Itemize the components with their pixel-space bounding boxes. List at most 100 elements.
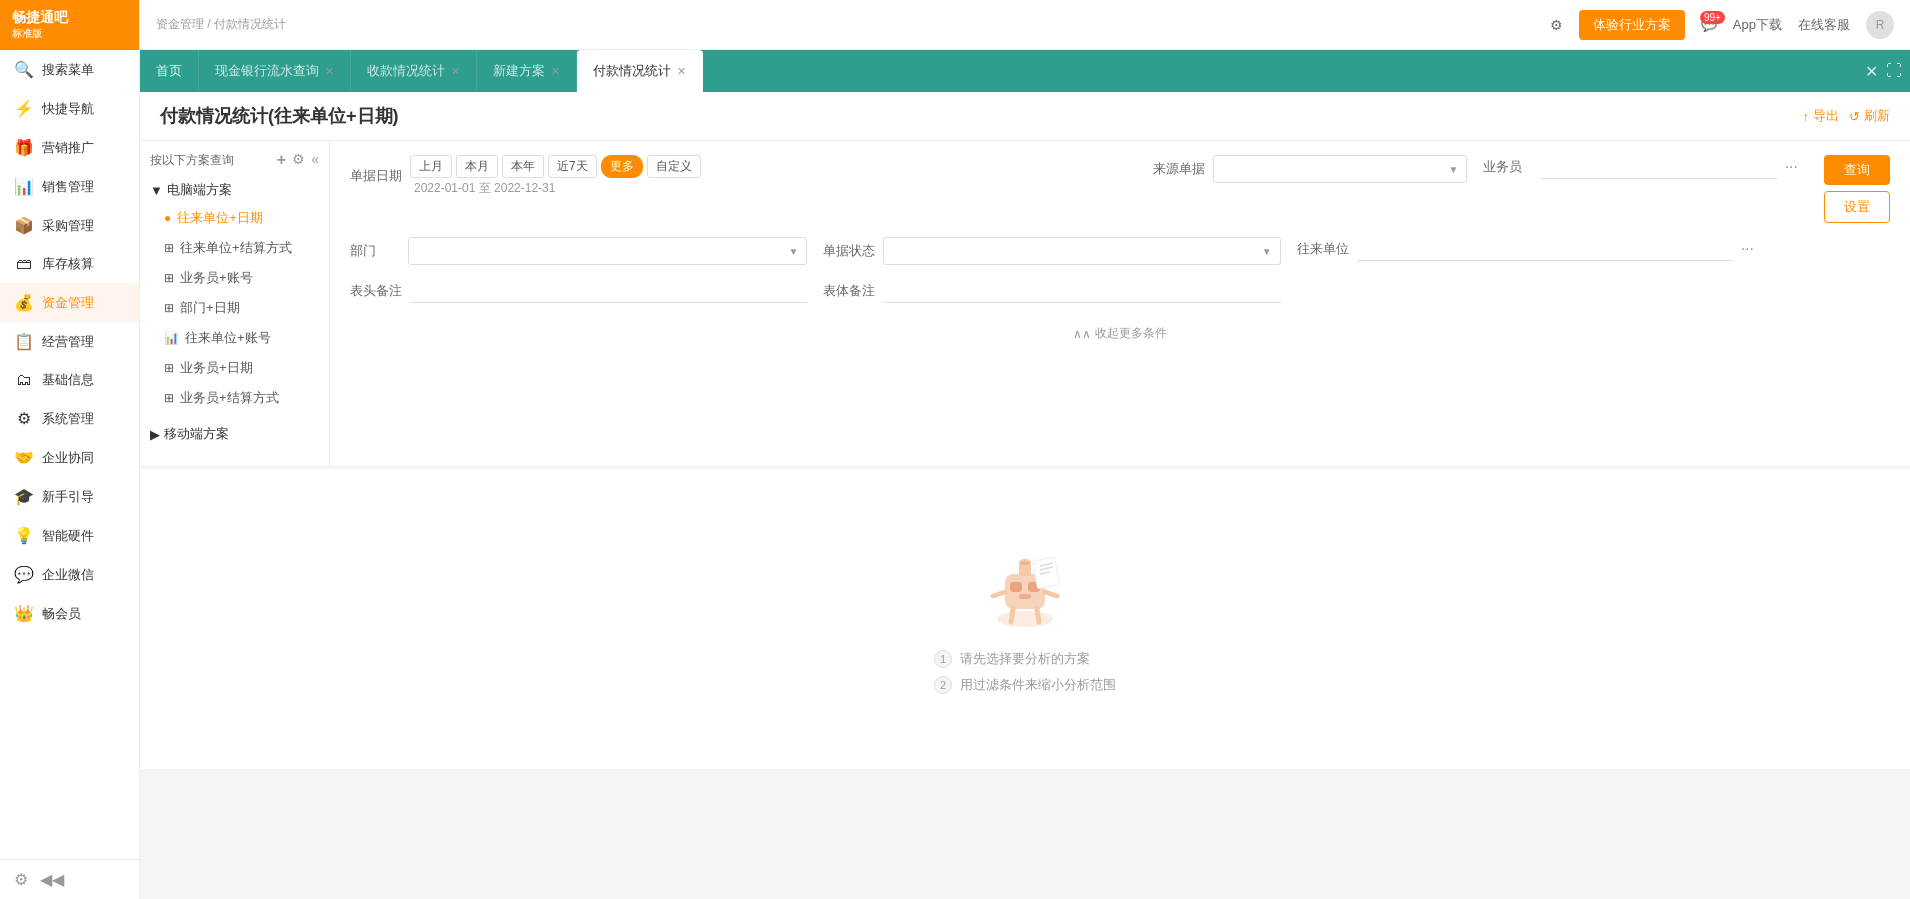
user-avatar[interactable]: R bbox=[1866, 11, 1894, 39]
tip-text-2: 用过滤条件来缩小分析范围 bbox=[960, 676, 1116, 694]
unit-dots-icon[interactable]: ··· bbox=[1741, 240, 1754, 258]
scheme-item-icon-staff-account: ⊞ bbox=[164, 271, 174, 285]
scheme-add-icon[interactable]: + bbox=[277, 151, 286, 169]
collapse-sidebar-icon[interactable]: ◀◀ bbox=[40, 870, 64, 889]
topbar-settings-icon[interactable]: ⚙ bbox=[1550, 17, 1563, 33]
date-btn-this-year[interactable]: 本年 bbox=[502, 155, 544, 178]
header-note-input[interactable] bbox=[410, 279, 807, 303]
filter-field-date: 单据日期 上月 本月 本年 近7天 更多 自定义 2022-01-01 至 20… bbox=[350, 155, 1137, 197]
scheme-panel-title: 按以下方案查询 bbox=[150, 152, 234, 169]
scheme-item-staff-date[interactable]: ⊞ 业务员+日期 bbox=[140, 353, 329, 383]
sidebar-item-smart-hw[interactable]: 💡智能硬件 bbox=[0, 516, 139, 555]
staff-input[interactable] bbox=[1541, 155, 1776, 179]
date-btn-last-7[interactable]: 近7天 bbox=[548, 155, 597, 178]
scheme-item-icon-unit-account: 📊 bbox=[164, 331, 179, 345]
date-btn-more[interactable]: 更多 bbox=[601, 155, 643, 178]
body-note-input[interactable] bbox=[883, 279, 1280, 303]
empty-tips: 1 请先选择要分析的方案 2 用过滤条件来缩小分析范围 bbox=[934, 650, 1116, 694]
sidebar-icon-guide: 🎓 bbox=[14, 487, 34, 506]
sidebar-icon-system: ⚙ bbox=[14, 409, 34, 428]
page-content: 付款情况统计(往来单位+日期) ↑ 导出 ↺ 刷新 按以下方案查询 + bbox=[140, 92, 1910, 899]
online-service-link[interactable]: 在线客服 bbox=[1798, 16, 1850, 34]
filter-form: 单据日期 上月 本月 本年 近7天 更多 自定义 2022-01-01 至 20… bbox=[330, 141, 1910, 465]
sidebar-item-quick-nav[interactable]: ⚡快捷导航 bbox=[0, 89, 139, 128]
tab-home[interactable]: 首页 bbox=[140, 50, 199, 92]
filter-row-2: 部门 ▼ 单据状态 ▼ 往来单位 bbox=[350, 237, 1890, 265]
sidebar-item-search-menu[interactable]: 🔍搜索菜单 bbox=[0, 50, 139, 89]
tab-bar: 首页 现金银行流水查询 ✕ 收款情况统计 ✕ 新建方案 ✕ 付款情况统计 ✕ ✕… bbox=[140, 50, 1910, 92]
tab-new-scheme[interactable]: 新建方案 ✕ bbox=[477, 50, 577, 92]
filter-row-1: 单据日期 上月 本月 本年 近7天 更多 自定义 2022-01-01 至 20… bbox=[350, 155, 1890, 223]
refresh-btn[interactable]: ↺ 刷新 bbox=[1849, 107, 1890, 125]
body-note-label: 表体备注 bbox=[823, 282, 875, 300]
sidebar-label-operation: 经营管理 bbox=[42, 333, 94, 351]
tab-payment-stats[interactable]: 付款情况统计 ✕ bbox=[577, 50, 703, 92]
tab-new-scheme-label: 新建方案 bbox=[493, 62, 545, 80]
sidebar-label-finance: 资金管理 bbox=[42, 294, 94, 312]
scheme-item-staff-settlement[interactable]: ⊞ 业务员+结算方式 bbox=[140, 383, 329, 413]
scheme-settings-icon[interactable]: ⚙ bbox=[292, 151, 305, 169]
sidebar-item-basic-info[interactable]: 🗂基础信息 bbox=[0, 361, 139, 399]
staff-label: 业务员 bbox=[1483, 158, 1533, 176]
trial-btn[interactable]: 体验行业方案 bbox=[1579, 10, 1685, 40]
dept-select[interactable]: ▼ bbox=[408, 237, 807, 265]
app-download-link[interactable]: App下载 bbox=[1733, 16, 1782, 34]
tab-close-all-icon[interactable]: ✕ bbox=[1865, 62, 1878, 81]
settings-bottom-icon[interactable]: ⚙ bbox=[14, 870, 28, 889]
sidebar-icon-basic-info: 🗂 bbox=[14, 371, 34, 389]
tab-receivables-close[interactable]: ✕ bbox=[451, 65, 460, 78]
svg-point-6 bbox=[1019, 559, 1031, 565]
query-btn[interactable]: 查询 bbox=[1824, 155, 1890, 185]
scheme-item-unit-date[interactable]: ● 往来单位+日期 bbox=[140, 203, 329, 233]
scheme-group-pc-title[interactable]: ▼ 电脑端方案 bbox=[140, 177, 329, 203]
collapse-bar: ∧∧ 收起更多条件 bbox=[350, 317, 1890, 350]
date-btn-custom[interactable]: 自定义 bbox=[647, 155, 701, 178]
sidebar-label-guide: 新手引导 bbox=[42, 488, 94, 506]
tab-cash-bank-close[interactable]: ✕ bbox=[325, 65, 334, 78]
scheme-item-label-unit-date: 往来单位+日期 bbox=[177, 209, 263, 227]
doc-status-select[interactable]: ▼ bbox=[883, 237, 1280, 265]
tab-expand-icon[interactable]: ⛶ bbox=[1886, 62, 1902, 80]
source-select-arrow: ▼ bbox=[1448, 164, 1458, 175]
sidebar-item-marketing[interactable]: 🎁营销推广 bbox=[0, 128, 139, 167]
staff-dots-icon[interactable]: ··· bbox=[1785, 158, 1798, 176]
scheme-item-staff-account[interactable]: ⊞ 业务员+账号 bbox=[140, 263, 329, 293]
scheme-item-unit-account[interactable]: 📊 往来单位+账号 bbox=[140, 323, 329, 353]
sidebar-item-system[interactable]: ⚙系统管理 bbox=[0, 399, 139, 438]
sidebar-item-coop[interactable]: 🤝企业协同 bbox=[0, 438, 139, 477]
sidebar-item-sales[interactable]: 📊销售管理 bbox=[0, 167, 139, 206]
settings-btn[interactable]: 设置 bbox=[1824, 191, 1890, 223]
tab-receivables[interactable]: 收款情况统计 ✕ bbox=[351, 50, 477, 92]
messages-badge[interactable]: 💬 99+ bbox=[1701, 17, 1717, 32]
scheme-item-dept-date[interactable]: ⊞ 部门+日期 bbox=[140, 293, 329, 323]
sidebar-item-purchase[interactable]: 📦采购管理 bbox=[0, 206, 139, 245]
svg-line-9 bbox=[1011, 609, 1013, 622]
date-btn-this-month[interactable]: 本月 bbox=[456, 155, 498, 178]
sidebar-icon-wechat: 💬 bbox=[14, 565, 34, 584]
tab-payment-stats-label: 付款情况统计 bbox=[593, 62, 671, 80]
sidebar-item-operation[interactable]: 📋经营管理 bbox=[0, 322, 139, 361]
export-icon: ↑ bbox=[1803, 109, 1810, 124]
date-btn-last-month[interactable]: 上月 bbox=[410, 155, 452, 178]
scheme-item-unit-settlement[interactable]: ⊞ 往来单位+结算方式 bbox=[140, 233, 329, 263]
sidebar-icon-quick-nav: ⚡ bbox=[14, 99, 34, 118]
source-select[interactable]: ▼ bbox=[1213, 155, 1468, 183]
tip-num-1: 1 bbox=[934, 650, 952, 668]
export-btn[interactable]: ↑ 导出 bbox=[1803, 107, 1840, 125]
unit-input[interactable] bbox=[1357, 237, 1733, 261]
sidebar-item-guide[interactable]: 🎓 新手引导 bbox=[0, 477, 139, 516]
sidebar-item-inventory[interactable]: 🗃库存核算 bbox=[0, 245, 139, 283]
tab-payment-stats-close[interactable]: ✕ bbox=[677, 65, 686, 78]
tab-cash-bank[interactable]: 现金银行流水查询 ✕ bbox=[199, 50, 351, 92]
filter-field-unit: 往来单位 ··· bbox=[1297, 237, 1754, 261]
scheme-collapse-icon[interactable]: « bbox=[311, 151, 319, 169]
sidebar-item-finance[interactable]: 💰资金管理 bbox=[0, 283, 139, 322]
sidebar-icon-sales: 📊 bbox=[14, 177, 34, 196]
scheme-group-mobile-title[interactable]: ▶ 移动端方案 bbox=[140, 421, 329, 447]
sidebar-item-member[interactable]: 👑畅会员 bbox=[0, 594, 139, 633]
refresh-icon: ↺ bbox=[1849, 109, 1860, 124]
collapse-btn[interactable]: ∧∧ 收起更多条件 bbox=[1073, 325, 1167, 342]
tab-new-scheme-close[interactable]: ✕ bbox=[551, 65, 560, 78]
sidebar-icon-coop: 🤝 bbox=[14, 448, 34, 467]
sidebar-item-wechat[interactable]: 💬企业微信 bbox=[0, 555, 139, 594]
